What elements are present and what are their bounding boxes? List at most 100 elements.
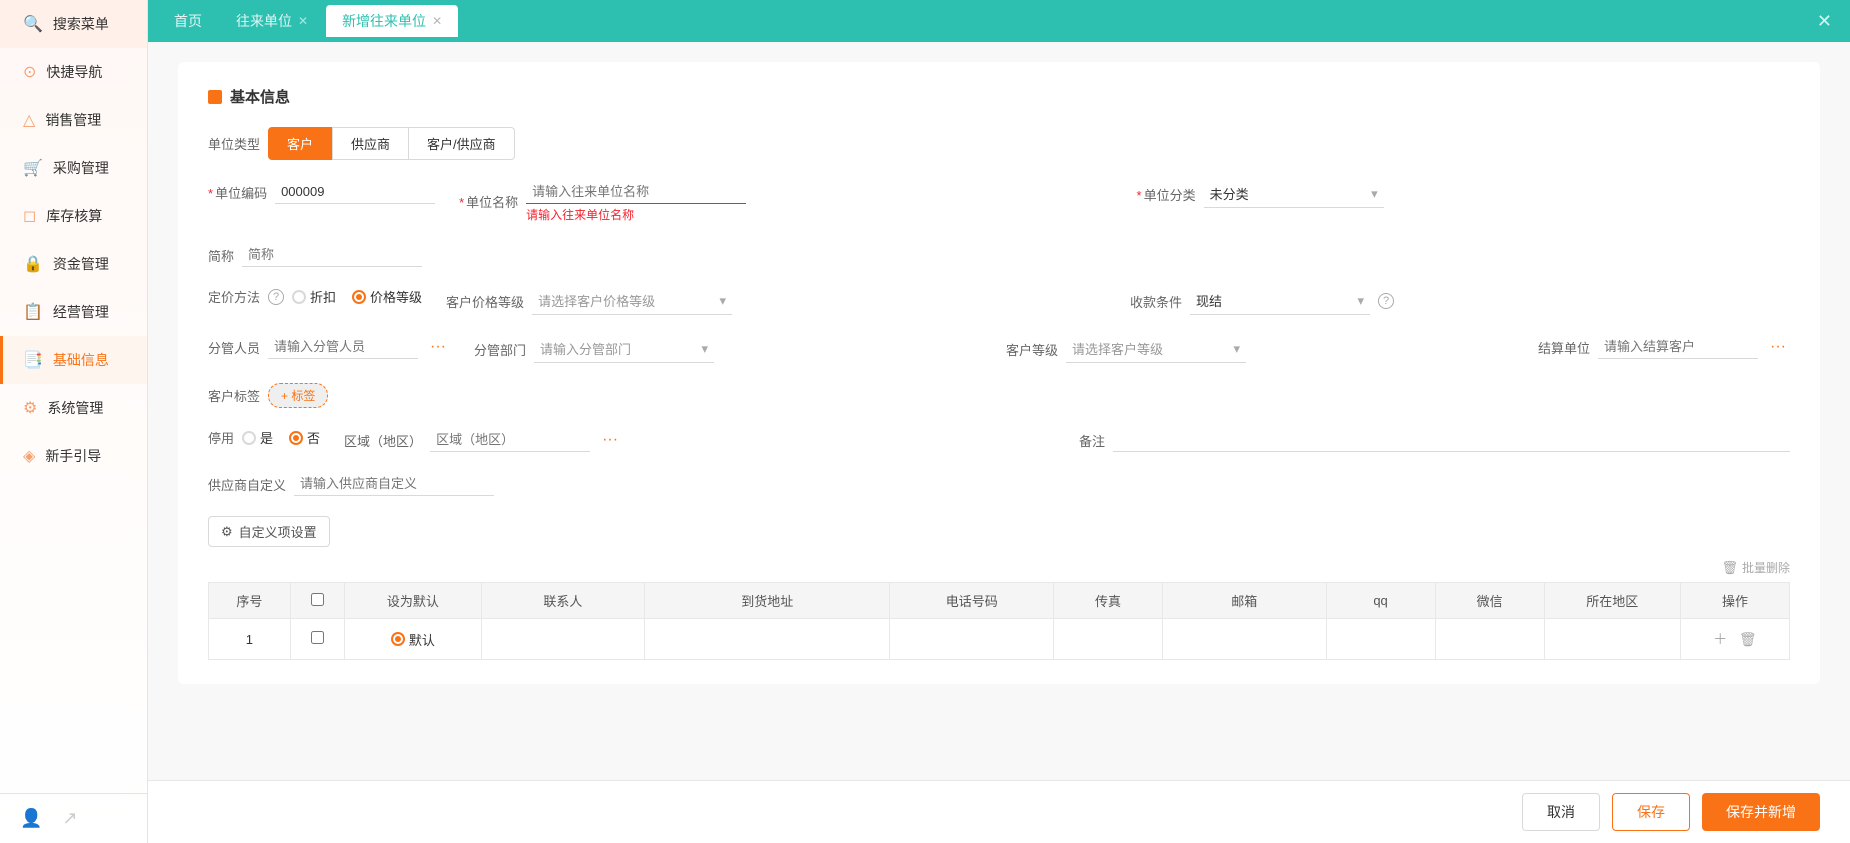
manager-more-btn[interactable]: ··· <box>426 338 450 356</box>
cell-fax <box>1053 619 1162 660</box>
basic-info-card: 基本信息 单位类型 客户 供应商 客户/供应商 *单位编码 <box>178 62 1820 684</box>
save-button[interactable]: 保存 <box>1612 793 1690 831</box>
tab-counterpart[interactable]: 往来单位 ✕ <box>220 5 324 37</box>
manager-label: 分管人员 <box>208 338 260 357</box>
table-row: 1 默认 <box>209 619 1790 660</box>
pricing-discount-radio[interactable]: 折扣 <box>292 287 336 306</box>
sidebar-item-inventory[interactable]: ◻ 库存核算 <box>0 192 147 240</box>
sidebar-item-system[interactable]: ⚙ 系统管理 <box>0 384 147 432</box>
sidebar-item-basic-info[interactable]: 📑 基础信息 <box>0 336 147 384</box>
unit-btn-supplier[interactable]: 供应商 <box>332 127 409 160</box>
sidebar-item-label: 采购管理 <box>53 158 109 178</box>
department-select[interactable]: 请输入分管部门 ▾ <box>534 335 714 363</box>
sidebar-item-search[interactable]: 🔍 搜索菜单 <box>0 0 147 48</box>
cell-address <box>645 619 890 660</box>
remark-label: 备注 <box>1079 431 1105 450</box>
batch-delete-icon: 🗑 <box>1721 560 1738 576</box>
batch-delete-label[interactable]: 批量删除 <box>1742 559 1790 576</box>
customer-price-level-select[interactable]: 请选择客户价格等级 ▾ <box>532 287 732 315</box>
custom-settings-label: 自定义项设置 <box>239 522 317 541</box>
unit-type-label: 单位类型 <box>208 134 260 153</box>
sidebar-item-quick-nav[interactable]: ⊙ 快捷导航 <box>0 48 147 96</box>
pricing-method-field: 定价方法 ? 折扣 价格等级 <box>208 287 422 306</box>
disabled-radios: 是 否 <box>242 428 320 447</box>
payment-terms-select[interactable]: 现结 ▾ <box>1190 287 1370 315</box>
tabs-bar: 首页 往来单位 ✕ 新增往来单位 ✕ ✕ <box>148 0 1850 42</box>
tab-home[interactable]: 首页 <box>158 5 218 37</box>
pricing-level-radio[interactable]: 价格等级 <box>352 287 422 306</box>
custom-settings-button[interactable]: ⚙ 自定义项设置 <box>208 516 330 547</box>
tab-new-counterpart[interactable]: 新增往来单位 ✕ <box>326 5 458 37</box>
disabled-label: 停用 <box>208 428 234 447</box>
customer-level-select[interactable]: 请选择客户等级 ▾ <box>1066 335 1246 363</box>
unit-btn-customer[interactable]: 客户 <box>268 127 332 160</box>
customer-price-level-label: 客户价格等级 <box>446 292 524 311</box>
save-and-new-button[interactable]: 保存并新增 <box>1702 793 1820 831</box>
unit-btn-both[interactable]: 客户/供应商 <box>409 127 515 160</box>
sidebar-item-operations[interactable]: 📋 经营管理 <box>0 288 147 336</box>
select-all-checkbox[interactable] <box>311 593 324 606</box>
fax-input[interactable] <box>1064 632 1152 647</box>
section-marker-icon <box>208 90 222 104</box>
sidebar-item-finance[interactable]: 🔒 资金管理 <box>0 240 147 288</box>
add-row-btn[interactable]: ＋ <box>1709 627 1731 651</box>
settlement-unit-input[interactable] <box>1598 335 1758 359</box>
remark-field: 备注 <box>1079 428 1790 452</box>
col-email: 邮箱 <box>1163 583 1327 619</box>
disabled-no-radio[interactable]: 否 <box>289 428 320 447</box>
sidebar-item-purchase[interactable]: 🛒 采购管理 <box>0 144 147 192</box>
address-input[interactable] <box>655 632 879 647</box>
qq-input[interactable] <box>1337 632 1425 647</box>
user-icon[interactable]: 👤 <box>20 808 42 829</box>
chevron-down-icon: ▾ <box>1371 186 1378 202</box>
row-checkbox[interactable] <box>311 631 324 644</box>
manager-input[interactable] <box>268 335 418 359</box>
expand-icon[interactable]: ↗ <box>62 808 77 829</box>
phone-input[interactable] <box>900 632 1043 647</box>
region-input[interactable] <box>430 428 590 452</box>
email-input[interactable] <box>1173 632 1316 647</box>
guide-icon: ◈ <box>23 446 35 466</box>
region-more-btn[interactable]: ··· <box>598 431 622 449</box>
remark-input[interactable] <box>1113 428 1790 452</box>
customer-tag-label: 客户标签 <box>208 386 260 405</box>
customer-level-field: 客户等级 请选择客户等级 ▾ <box>1006 335 1514 363</box>
supplier-custom-label: 供应商自定义 <box>208 475 286 494</box>
contact-input[interactable] <box>492 632 635 647</box>
unit-type-buttons: 客户 供应商 客户/供应商 <box>268 127 515 160</box>
short-name-label: 简称 <box>208 246 234 265</box>
unit-type-row: 单位类型 客户 供应商 客户/供应商 <box>208 127 1790 160</box>
unit-category-select[interactable]: 未分类 ▾ <box>1204 180 1384 208</box>
radio-circle-discount <box>292 290 306 304</box>
cell-wechat <box>1435 619 1544 660</box>
unit-category-field: *单位分类 未分类 ▾ <box>1137 180 1790 208</box>
disabled-yes-radio[interactable]: 是 <box>242 428 273 447</box>
add-tag-button[interactable]: + 标签 <box>268 383 328 408</box>
settlement-more-btn[interactable]: ··· <box>1766 338 1790 356</box>
cancel-button[interactable]: 取消 <box>1522 793 1600 831</box>
unit-name-label: *单位名称 <box>459 192 518 211</box>
customer-price-level-field: 客户价格等级 请选择客户价格等级 ▾ <box>446 287 1106 315</box>
delete-row-btn[interactable]: 🗑 <box>1735 629 1761 650</box>
unit-code-input[interactable] <box>275 180 435 204</box>
purchase-icon: 🛒 <box>23 158 43 178</box>
short-name-input[interactable] <box>242 243 422 267</box>
search-menu-icon: 🔍 <box>23 14 43 34</box>
settlement-unit-label: 结算单位 <box>1538 338 1590 357</box>
payment-terms-field: 收款条件 现结 ▾ ? <box>1130 287 1790 315</box>
unit-name-input[interactable] <box>526 180 746 204</box>
region-table-input[interactable] <box>1555 632 1670 647</box>
tab-counterpart-close[interactable]: ✕ <box>298 14 308 28</box>
batch-delete-area: 🗑 批量删除 <box>208 559 1790 576</box>
supplier-custom-field: 供应商自定义 <box>208 472 494 496</box>
tabs-close-all[interactable]: ✕ <box>1809 11 1840 32</box>
supplier-custom-input[interactable] <box>294 472 494 496</box>
payment-info-icon[interactable]: ? <box>1378 293 1394 309</box>
sidebar-item-label: 搜索菜单 <box>53 14 109 34</box>
tab-new-counterpart-close[interactable]: ✕ <box>432 14 442 28</box>
wechat-input[interactable] <box>1446 632 1534 647</box>
pricing-info-icon[interactable]: ? <box>268 289 284 305</box>
default-radio-label[interactable]: 默认 <box>355 630 470 649</box>
sidebar-item-sales[interactable]: △ 销售管理 <box>0 96 147 144</box>
sidebar-item-guide[interactable]: ◈ 新手引导 <box>0 432 147 480</box>
